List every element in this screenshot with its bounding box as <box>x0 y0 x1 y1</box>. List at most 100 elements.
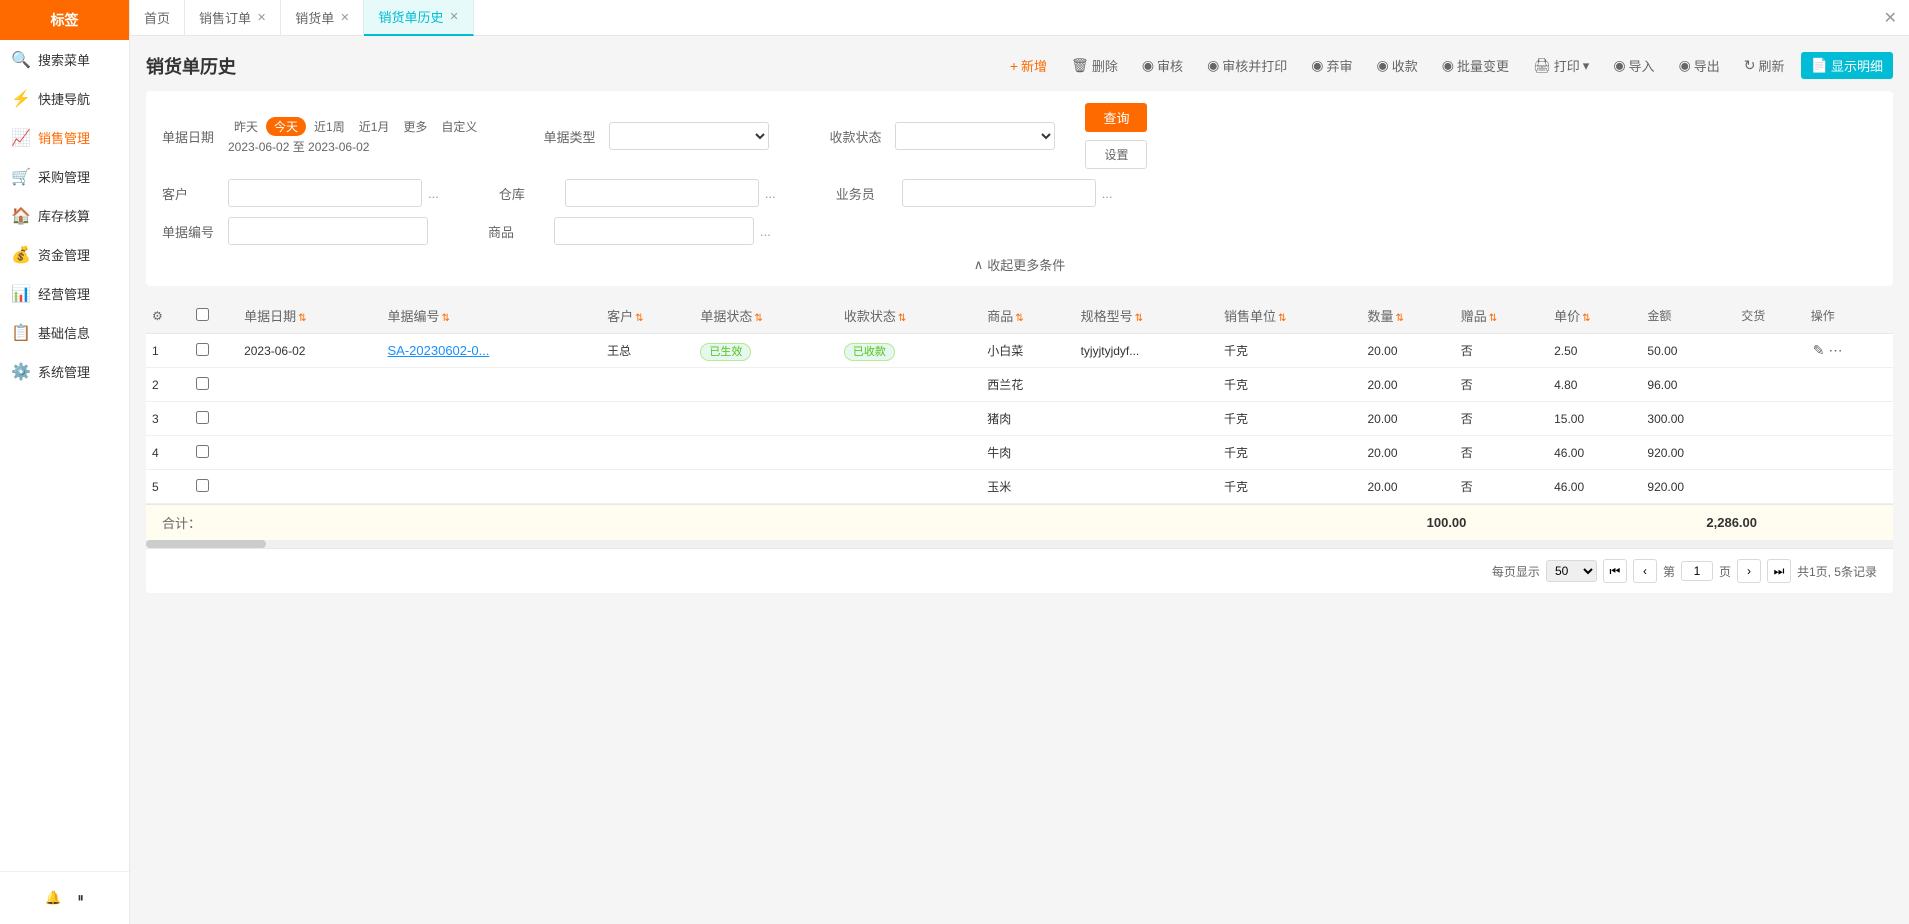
sidebar-item-sys-mgmt[interactable]: ⚙️ 系统管理 <box>0 352 129 391</box>
row-select-checkbox[interactable] <box>196 479 209 492</box>
sort-icon-unit: ⇅ <box>1278 313 1286 324</box>
prev-page-button[interactable]: ‹ <box>1633 559 1657 583</box>
sidebar-item-finance[interactable]: 💰 资金管理 <box>0 235 129 274</box>
scrollbar-thumb[interactable] <box>146 540 266 548</box>
collapse-label: 收起更多条件 <box>987 255 1065 274</box>
row-actions[interactable] <box>1805 436 1893 470</box>
row-select-checkbox[interactable] <box>196 445 209 458</box>
edit-icon[interactable]: ✎ <box>1813 342 1825 358</box>
sidebar-bottom-btn1[interactable]: 🔔 ⏸ <box>0 880 129 916</box>
row-checkbox[interactable] <box>190 368 238 402</box>
row-doc-no[interactable] <box>382 368 602 402</box>
horizontal-scrollbar[interactable] <box>146 540 1893 548</box>
col-unit-price[interactable]: 单价⇅ <box>1548 298 1641 334</box>
select-all-checkbox[interactable] <box>196 308 209 321</box>
row-actions[interactable] <box>1805 368 1893 402</box>
more-btn[interactable]: 更多 <box>397 117 433 136</box>
row-select-checkbox[interactable] <box>196 343 209 356</box>
show-detail-button[interactable]: 📄 显示明细 <box>1801 52 1893 79</box>
doc-type-select[interactable] <box>609 122 769 150</box>
salesperson-ellipsis[interactable]: ... <box>1102 186 1113 201</box>
row-select-checkbox[interactable] <box>196 377 209 390</box>
new-button[interactable]: + 新增 <box>1002 52 1055 79</box>
salesperson-input[interactable] <box>902 179 1096 207</box>
tab-home[interactable]: 首页 <box>130 0 185 36</box>
export-button[interactable]: ◉ 导出 <box>1671 52 1728 79</box>
col-doc-status[interactable]: 单据状态⇅ <box>694 298 837 334</box>
col-settings[interactable]: ⚙ <box>146 298 190 334</box>
print-icon: 🖨 <box>1533 57 1551 74</box>
col-doc-date[interactable]: 单据日期⇅ <box>238 298 381 334</box>
warehouse-input[interactable] <box>565 179 759 207</box>
print-button[interactable]: 🖨 打印 ▾ <box>1525 52 1597 79</box>
row-actions[interactable] <box>1805 402 1893 436</box>
docno-input[interactable] <box>228 217 428 245</box>
abandon-button[interactable]: ◉ 弃审 <box>1303 52 1360 79</box>
row-checkbox[interactable] <box>190 334 238 368</box>
import-button[interactable]: ◉ 导入 <box>1605 52 1662 79</box>
tab-sales-delivery[interactable]: 销货单 ✕ <box>281 0 364 36</box>
row-doc-no[interactable] <box>382 470 602 504</box>
col-doc-no[interactable]: 单据编号⇅ <box>382 298 602 334</box>
row-actions[interactable]: ✎⋯ <box>1805 334 1893 368</box>
sidebar-item-operations[interactable]: 📊 经营管理 <box>0 274 129 313</box>
last-page-button[interactable]: ⏭ <box>1767 559 1791 583</box>
close-all-tabs[interactable]: ✕ <box>1872 8 1909 28</box>
sidebar-item-basic-info[interactable]: 📋 基础信息 <box>0 313 129 352</box>
row-checkbox[interactable] <box>190 402 238 436</box>
page-number-input[interactable] <box>1681 561 1713 581</box>
goods-ellipsis[interactable]: ... <box>760 224 771 239</box>
row-checkbox[interactable] <box>190 436 238 470</box>
query-button[interactable]: 查询 <box>1085 103 1147 132</box>
warehouse-ellipsis[interactable]: ... <box>765 186 776 201</box>
sidebar-item-search-menu[interactable]: 🔍 搜索菜单 <box>0 40 129 79</box>
customer-input[interactable] <box>228 179 422 207</box>
collapse-button[interactable]: ∧ 收起更多条件 <box>162 255 1877 274</box>
sidebar-item-sales-mgmt[interactable]: 📈 销售管理 <box>0 118 129 157</box>
page-size-select[interactable]: 20 50 100 <box>1546 560 1597 582</box>
col-payment-status[interactable]: 收款状态⇅ <box>838 298 981 334</box>
row-doc-no[interactable]: SA-20230602-0... <box>382 334 602 368</box>
col-qty[interactable]: 数量⇅ <box>1361 298 1454 334</box>
col-gift[interactable]: 赠品⇅ <box>1455 298 1548 334</box>
col-unit[interactable]: 销售单位⇅ <box>1218 298 1361 334</box>
yesterday-btn[interactable]: 昨天 <box>228 117 264 136</box>
last-month-btn[interactable]: 近1月 <box>353 117 396 136</box>
next-page-button[interactable]: › <box>1737 559 1761 583</box>
customer-ellipsis[interactable]: ... <box>428 186 439 201</box>
last7-btn[interactable]: 近1周 <box>308 117 351 136</box>
row-doc-no[interactable] <box>382 436 602 470</box>
delete-button[interactable]: 🗑 删除 <box>1063 52 1126 79</box>
tab-sales-order[interactable]: 销售订单 ✕ <box>185 0 281 36</box>
sidebar-item-quick-nav[interactable]: ⚡ 快捷导航 <box>0 79 129 118</box>
col-customer[interactable]: 客户⇅ <box>601 298 694 334</box>
col-goods[interactable]: 商品⇅ <box>981 298 1074 334</box>
sidebar-item-purchase-mgmt[interactable]: 🛒 采购管理 <box>0 157 129 196</box>
col-spec[interactable]: 规格型号⇅ <box>1075 298 1218 334</box>
audit-print-button[interactable]: ◉ 审核并打印 <box>1199 52 1295 79</box>
tab-close-sales-order[interactable]: ✕ <box>257 11 266 24</box>
sidebar-item-inventory[interactable]: 🏠 库存核算 <box>0 196 129 235</box>
doc-no-link[interactable]: SA-20230602-0... <box>388 343 490 358</box>
tab-sales-history[interactable]: 销货单历史 ✕ <box>364 0 473 36</box>
first-page-button[interactable]: ⏮ <box>1603 559 1627 583</box>
row-checkbox[interactable] <box>190 470 238 504</box>
goods-input[interactable] <box>554 217 754 245</box>
row-actions[interactable] <box>1805 470 1893 504</box>
tab-close-sales-history[interactable]: ✕ <box>450 10 459 23</box>
collect-button[interactable]: ◉ 收款 <box>1369 52 1426 79</box>
import-icon: ◉ <box>1613 57 1625 74</box>
payment-status-badge: 已收款 <box>844 343 895 361</box>
row-select-checkbox[interactable] <box>196 411 209 424</box>
audit-button[interactable]: ◉ 审核 <box>1134 52 1191 79</box>
row-num: 4 <box>146 436 190 470</box>
set-button[interactable]: 设置 <box>1085 140 1147 169</box>
more-action-icon[interactable]: ⋯ <box>1828 342 1842 358</box>
tab-close-sales-delivery[interactable]: ✕ <box>340 11 349 24</box>
row-doc-no[interactable] <box>382 402 602 436</box>
payment-status-select[interactable] <box>895 122 1055 150</box>
custom-btn[interactable]: 自定义 <box>435 117 483 136</box>
batch-change-button[interactable]: ◉ 批量变更 <box>1434 52 1517 79</box>
refresh-button[interactable]: ↻ 刷新 <box>1736 52 1793 79</box>
today-btn[interactable]: 今天 <box>266 117 306 136</box>
